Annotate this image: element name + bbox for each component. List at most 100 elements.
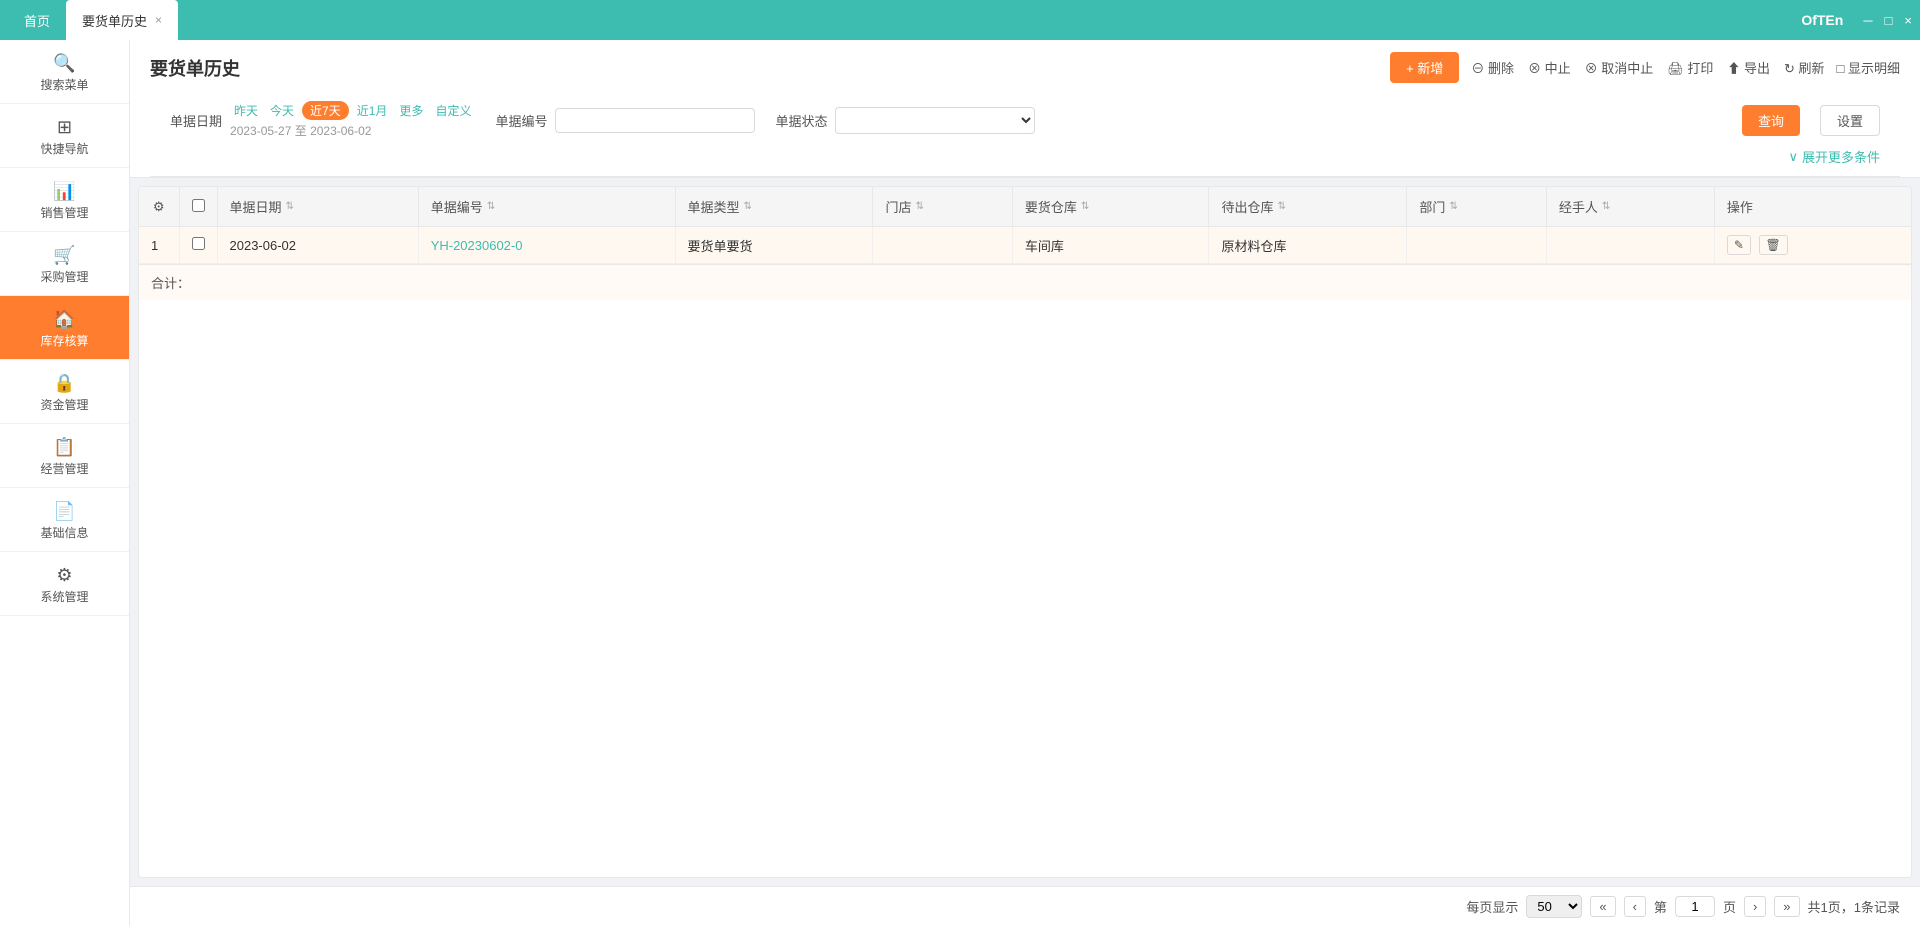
- sidebar-item-label: 库存核算: [40, 332, 88, 349]
- per-page-select[interactable]: 50 100 200: [1526, 895, 1582, 918]
- sidebar: 🔍 搜索菜单 ⊞ 快捷导航 📊 销售管理 🛒 采购管理 🏠 库存核算 🔒 资金管…: [0, 40, 130, 926]
- row-checkbox[interactable]: [192, 237, 205, 250]
- total-info: 共1页，1条记录: [1808, 897, 1900, 916]
- th-label: 单据编号: [431, 197, 483, 216]
- search-menu-icon: 🔍: [53, 54, 75, 72]
- tab-active[interactable]: 要货单历史 ×: [66, 0, 178, 40]
- row-doc-type: 要货单要货: [675, 227, 873, 264]
- select-all-checkbox[interactable]: [192, 199, 205, 212]
- shortcut-more[interactable]: 更多: [395, 101, 427, 120]
- th-label: 操作: [1727, 200, 1753, 215]
- minimize-btn[interactable]: ─: [1863, 13, 1872, 28]
- th-doc-date: 单据日期 ⇅: [217, 187, 418, 227]
- main-layout: 🔍 搜索菜单 ⊞ 快捷导航 📊 销售管理 🛒 采购管理 🏠 库存核算 🔒 资金管…: [0, 40, 1920, 926]
- row-req-warehouse: 车间库: [1012, 227, 1209, 264]
- row-doc-no: YH-20230602-0: [418, 227, 675, 264]
- doc-no-label: 单据编号: [495, 111, 547, 130]
- expand-more-btn[interactable]: ∨ 展开更多条件: [1788, 147, 1880, 166]
- row-num: 1: [139, 227, 179, 264]
- date-filter-group: 单据日期 昨天 今天 近7天 近1月 更多 自定义 2023-05-27 至 2…: [170, 101, 475, 139]
- sort-icon[interactable]: ⇅: [1449, 201, 1457, 212]
- th-department: 部门 ⇅: [1407, 187, 1546, 227]
- sort-icon[interactable]: ⇅: [1277, 201, 1285, 212]
- row-doc-date: 2023-06-02: [217, 227, 418, 264]
- sidebar-item-label: 系统管理: [40, 588, 88, 605]
- doc-date-value: 2023-06-02: [230, 238, 297, 253]
- first-page-btn[interactable]: «: [1590, 896, 1615, 917]
- table-header-row: ⚙ 单据日期 ⇅ 单据编号: [139, 187, 1911, 227]
- status-select[interactable]: [835, 107, 1035, 134]
- sort-icon[interactable]: ⇅: [1081, 201, 1089, 212]
- finance-icon: 🔒: [53, 374, 75, 392]
- top-bar-right: OfTEn ─ □ ×: [1801, 12, 1912, 28]
- doc-no-input[interactable]: [555, 108, 755, 133]
- print-button[interactable]: 🖨 打印: [1665, 54, 1715, 81]
- sidebar-item-system-mgmt[interactable]: ⚙ 系统管理: [0, 552, 129, 616]
- sidebar-item-purchase-mgmt[interactable]: 🛒 采购管理: [0, 232, 129, 296]
- date-filter-label: 单据日期: [170, 111, 222, 130]
- settings-button[interactable]: 设置: [1820, 105, 1880, 136]
- th-label: 待出仓库: [1221, 197, 1273, 216]
- shortcut-yesterday[interactable]: 昨天: [230, 101, 262, 120]
- sort-icon[interactable]: ⇅: [744, 201, 752, 212]
- top-bar: 首页 要货单历史 × OfTEn ─ □ ×: [0, 0, 1920, 40]
- table-footer: 合计：: [139, 264, 1911, 300]
- shortcut-1month[interactable]: 近1月: [353, 101, 392, 120]
- sidebar-item-sales-mgmt[interactable]: 📊 销售管理: [0, 168, 129, 232]
- sidebar-item-inventory[interactable]: 🏠 库存核算: [0, 296, 129, 360]
- cancel-stop-button[interactable]: ⊗ 取消中止: [1583, 54, 1656, 81]
- tab-home[interactable]: 首页: [8, 0, 66, 40]
- sort-icon[interactable]: ⇅: [1602, 201, 1610, 212]
- window-close-btn[interactable]: ×: [1904, 13, 1912, 28]
- expand-label: 展开更多条件: [1802, 147, 1880, 166]
- sort-icon[interactable]: ⇅: [487, 201, 495, 212]
- doc-no-link[interactable]: YH-20230602-0: [431, 238, 523, 253]
- pending-warehouse-value: 原材料仓库: [1221, 239, 1286, 254]
- sidebar-item-finance-mgmt[interactable]: 🔒 资金管理: [0, 360, 129, 424]
- shortcut-custom[interactable]: 自定义: [431, 101, 475, 120]
- th-doc-type: 单据类型 ⇅: [675, 187, 873, 227]
- table-row: 1 2023-06-02 YH-20230602-0 要货单要货: [139, 227, 1911, 264]
- last-page-btn[interactable]: »: [1774, 896, 1799, 917]
- shortcut-7days[interactable]: 近7天: [302, 101, 349, 120]
- close-icon[interactable]: ×: [155, 13, 162, 27]
- row-delete-button[interactable]: 🗑: [1759, 235, 1788, 255]
- delete-button[interactable]: ⊖ 删除: [1469, 54, 1516, 81]
- sort-icon[interactable]: ⇅: [915, 201, 923, 212]
- sidebar-item-basic-info[interactable]: 📄 基础信息: [0, 488, 129, 552]
- doc-type-value: 要货单要货: [688, 239, 753, 254]
- tab-home-label: 首页: [24, 11, 50, 30]
- row-pending-warehouse: 原材料仓库: [1209, 227, 1407, 264]
- sidebar-item-quick-nav[interactable]: ⊞ 快捷导航: [0, 104, 129, 168]
- system-icon: ⚙: [56, 566, 72, 584]
- page-title: 要货单历史: [150, 55, 240, 81]
- maximize-btn[interactable]: □: [1885, 13, 1893, 28]
- next-page-btn[interactable]: ›: [1744, 896, 1766, 917]
- row-number: 1: [151, 238, 158, 253]
- query-button[interactable]: 查询: [1742, 105, 1800, 136]
- per-page-label: 每页显示: [1466, 897, 1518, 916]
- refresh-button[interactable]: ↻ 刷新: [1782, 54, 1827, 81]
- page-title-row: 要货单历史 + 新增 ⊖ 删除 ⊗ 中止 ⊗ 取消中止 🖨 打印 ⬆ 导出 ↻ …: [150, 52, 1900, 83]
- shortcut-today[interactable]: 今天: [266, 101, 298, 120]
- sidebar-item-operation-mgmt[interactable]: 📋 经营管理: [0, 424, 129, 488]
- display-cell-button[interactable]: □ 显示明细: [1837, 58, 1900, 77]
- sidebar-item-search-menu[interactable]: 🔍 搜索菜单: [0, 40, 129, 104]
- stop-button[interactable]: ⊗ 中止: [1526, 54, 1573, 81]
- th-label: 要货仓库: [1025, 197, 1077, 216]
- tab-active-label: 要货单历史: [82, 11, 147, 30]
- status-filter-group: 单据状态: [775, 107, 1035, 134]
- new-button[interactable]: + 新增: [1390, 52, 1459, 83]
- basic-info-icon: 📄: [53, 502, 75, 520]
- sort-icon[interactable]: ⇅: [286, 201, 294, 212]
- th-label: 经手人: [1559, 197, 1598, 216]
- row-handler: [1546, 227, 1714, 264]
- export-button[interactable]: ⬆ 导出: [1725, 54, 1772, 81]
- quick-nav-icon: ⊞: [57, 118, 72, 136]
- current-page-input[interactable]: [1675, 896, 1715, 917]
- th-handler: 经手人 ⇅: [1546, 187, 1714, 227]
- gear-icon[interactable]: ⚙: [153, 199, 165, 214]
- prev-page-btn[interactable]: ‹: [1624, 896, 1646, 917]
- th-label: 单据类型: [688, 197, 740, 216]
- row-edit-button[interactable]: ✎: [1727, 235, 1751, 255]
